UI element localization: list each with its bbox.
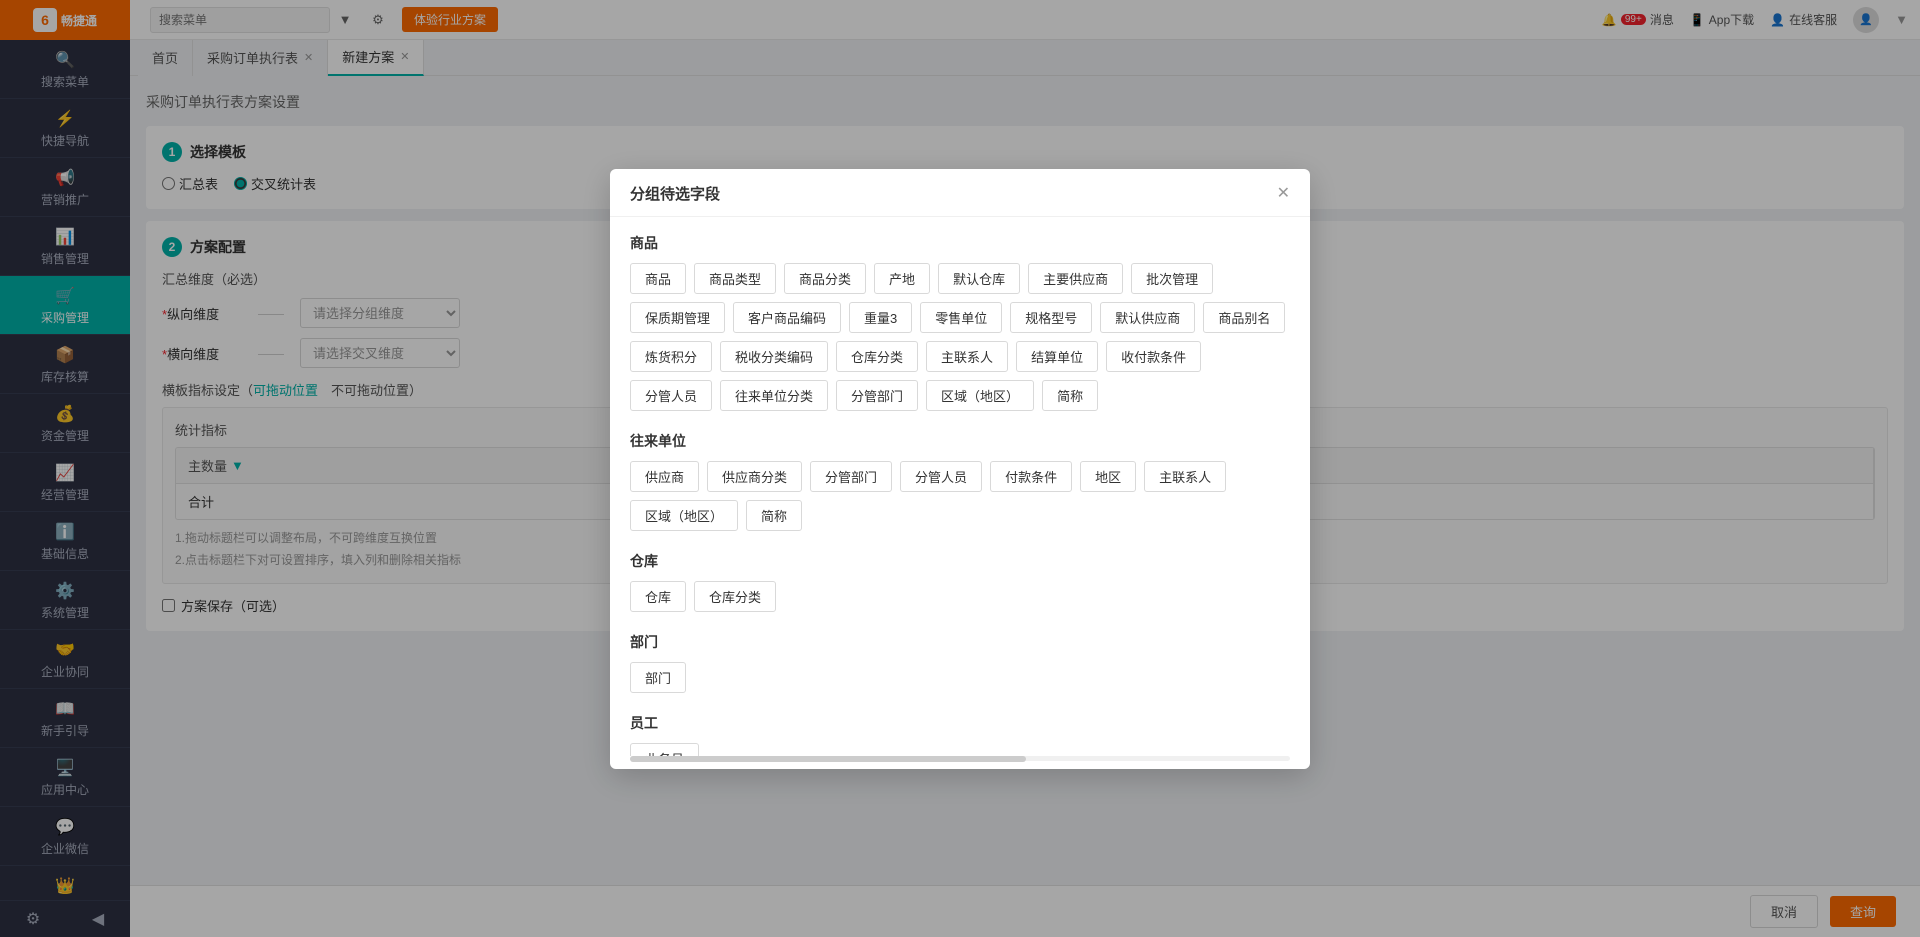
field-tag-0-6[interactable]: 批次管理 <box>1131 263 1213 294</box>
section-title-3: 部门 <box>630 632 1290 652</box>
field-tag-0-22[interactable]: 分管部门 <box>836 380 918 411</box>
modal-section-4: 员工业务员 <box>630 713 1290 756</box>
section-title-4: 员工 <box>630 713 1290 733</box>
field-tag-0-13[interactable]: 商品别名 <box>1203 302 1285 333</box>
field-grid-0: 商品商品类型商品分类产地默认仓库主要供应商批次管理保质期管理客户商品编码重量3 零… <box>630 263 1290 411</box>
field-grid-4: 业务员 <box>630 743 1290 756</box>
field-tag-1-4[interactable]: 付款条件 <box>990 461 1072 492</box>
field-tag-1-1[interactable]: 供应商分类 <box>707 461 802 492</box>
modal-body: 商品商品商品类型商品分类产地默认仓库主要供应商批次管理保质期管理客户商品编码重量… <box>610 217 1310 756</box>
modal-overlay[interactable]: 分组待选字段 ✕ 商品商品商品类型商品分类产地默认仓库主要供应商批次管理保质期管… <box>0 0 1920 937</box>
field-tag-0-8[interactable]: 客户商品编码 <box>733 302 841 333</box>
section-title-2: 仓库 <box>630 551 1290 571</box>
field-tag-0-4[interactable]: 默认仓库 <box>938 263 1020 294</box>
modal-close-icon[interactable]: ✕ <box>1277 183 1290 203</box>
field-tag-0-0[interactable]: 商品 <box>630 263 686 294</box>
field-tag-0-24[interactable]: 简称 <box>1042 380 1098 411</box>
field-tag-0-15[interactable]: 税收分类编码 <box>720 341 828 372</box>
field-tag-3-0[interactable]: 部门 <box>630 662 686 693</box>
field-tag-1-7[interactable]: 区域（地区） <box>630 500 738 531</box>
field-tag-1-0[interactable]: 供应商 <box>630 461 699 492</box>
modal-section-0: 商品商品商品类型商品分类产地默认仓库主要供应商批次管理保质期管理客户商品编码重量… <box>630 233 1290 411</box>
field-tag-0-2[interactable]: 商品分类 <box>784 263 866 294</box>
field-tag-0-23[interactable]: 区域（地区） <box>926 380 1034 411</box>
field-tag-0-19[interactable]: 收付款条件 <box>1106 341 1201 372</box>
field-tag-0-18[interactable]: 结算单位 <box>1016 341 1098 372</box>
field-tag-0-7[interactable]: 保质期管理 <box>630 302 725 333</box>
field-tag-2-1[interactable]: 仓库分类 <box>694 581 776 612</box>
modal-header: 分组待选字段 ✕ <box>610 169 1310 217</box>
field-tag-0-21[interactable]: 往来单位分类 <box>720 380 828 411</box>
section-title-1: 往来单位 <box>630 431 1290 451</box>
field-tag-1-6[interactable]: 主联系人 <box>1144 461 1226 492</box>
field-tag-0-1[interactable]: 商品类型 <box>694 263 776 294</box>
field-tag-0-12[interactable]: 默认供应商 <box>1100 302 1195 333</box>
modal-section-3: 部门部门 <box>630 632 1290 693</box>
field-tag-4-0[interactable]: 业务员 <box>630 743 699 756</box>
modal-title: 分组待选字段 <box>630 183 720 204</box>
field-tag-0-9[interactable]: 重量3 <box>849 302 912 333</box>
section-title-0: 商品 <box>630 233 1290 253</box>
field-tag-1-2[interactable]: 分管部门 <box>810 461 892 492</box>
modal-scrollbar[interactable] <box>630 756 1290 761</box>
field-tag-0-11[interactable]: 规格型号 <box>1010 302 1092 333</box>
field-grid-2: 仓库仓库分类 <box>630 581 1290 612</box>
field-tag-0-3[interactable]: 产地 <box>874 263 930 294</box>
field-tag-0-20[interactable]: 分管人员 <box>630 380 712 411</box>
modal: 分组待选字段 ✕ 商品商品商品类型商品分类产地默认仓库主要供应商批次管理保质期管… <box>610 169 1310 769</box>
field-tag-1-8[interactable]: 简称 <box>746 500 802 531</box>
field-grid-1: 供应商供应商分类分管部门分管人员付款条件地区主联系人区域（地区） 简称 <box>630 461 1290 531</box>
field-tag-0-14[interactable]: 炼货积分 <box>630 341 712 372</box>
field-tag-0-10[interactable]: 零售单位 <box>920 302 1002 333</box>
field-tag-0-17[interactable]: 主联系人 <box>926 341 1008 372</box>
field-tag-0-16[interactable]: 仓库分类 <box>836 341 918 372</box>
modal-section-2: 仓库仓库仓库分类 <box>630 551 1290 612</box>
field-tag-1-5[interactable]: 地区 <box>1080 461 1136 492</box>
field-tag-2-0[interactable]: 仓库 <box>630 581 686 612</box>
scrollbar-thumb[interactable] <box>630 756 1026 762</box>
field-grid-3: 部门 <box>630 662 1290 693</box>
modal-section-1: 往来单位供应商供应商分类分管部门分管人员付款条件地区主联系人区域（地区） 简称 <box>630 431 1290 531</box>
field-tag-1-3[interactable]: 分管人员 <box>900 461 982 492</box>
field-tag-0-5[interactable]: 主要供应商 <box>1028 263 1123 294</box>
